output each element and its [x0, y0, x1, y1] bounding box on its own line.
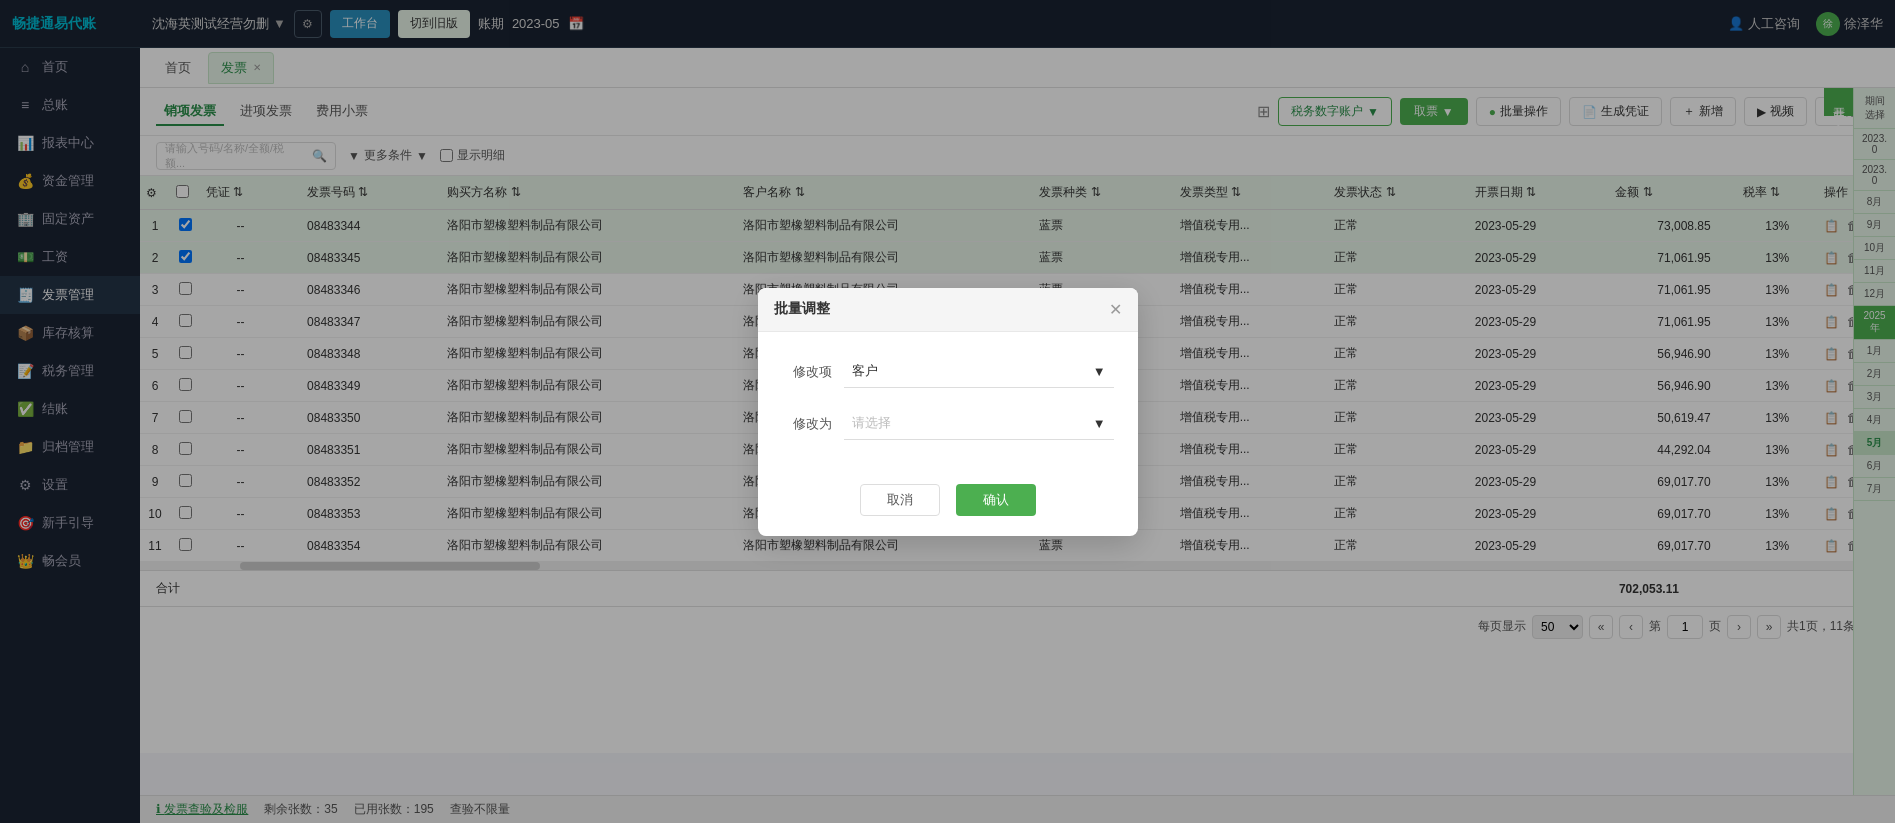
modify-field-row: 修改项 客户 ▼ — [782, 356, 1114, 388]
modify-to-select[interactable]: 请选择 ▼ — [844, 408, 1114, 440]
modal-body: 修改项 客户 ▼ 修改为 请选择 ▼ — [758, 332, 1138, 476]
modal-footer: 取消 确认 — [758, 476, 1138, 536]
modify-field-select[interactable]: 客户 ▼ — [844, 356, 1114, 388]
modify-to-label: 修改为 — [782, 415, 832, 433]
confirm-button[interactable]: 确认 — [956, 484, 1036, 516]
cancel-button[interactable]: 取消 — [860, 484, 940, 516]
modify-to-row: 修改为 请选择 ▼ — [782, 408, 1114, 440]
select-dropdown-icon2: ▼ — [1093, 416, 1106, 431]
modal-close-button[interactable]: ✕ — [1109, 300, 1122, 319]
modal-overlay: 批量调整 ✕ 修改项 客户 ▼ 修改为 请选择 ▼ 取消 确认 — [0, 0, 1895, 823]
modal-header: 批量调整 ✕ — [758, 288, 1138, 332]
modify-field-label: 修改项 — [782, 363, 832, 381]
batch-adjust-modal: 批量调整 ✕ 修改项 客户 ▼ 修改为 请选择 ▼ 取消 确认 — [758, 288, 1138, 536]
select-dropdown-icon: ▼ — [1093, 364, 1106, 379]
modal-title: 批量调整 — [774, 300, 830, 318]
